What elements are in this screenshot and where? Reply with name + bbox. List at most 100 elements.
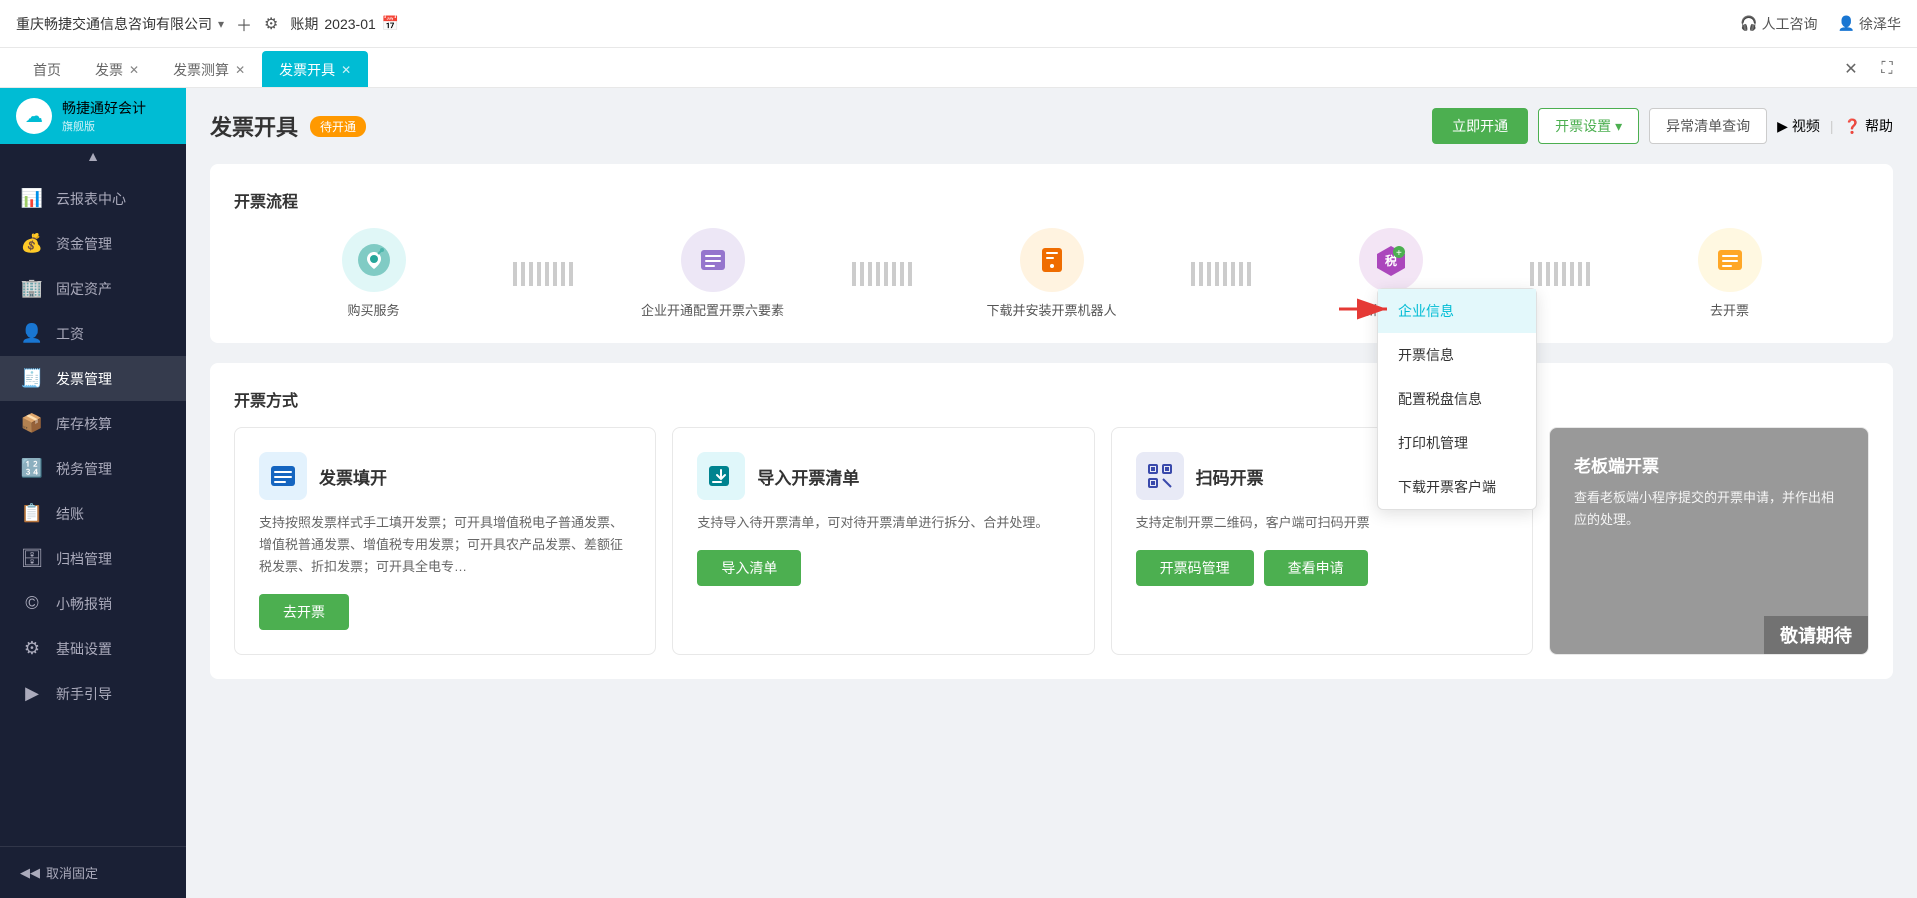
scan-view-apply-button[interactable]: 查看申请 [1264, 550, 1368, 586]
sidebar-label-inventory: 库存核算 [56, 414, 112, 434]
cancel-pin-button[interactable]: ◀◀ 取消固定 [0, 855, 186, 890]
cloud-icon: ☁ [25, 106, 43, 127]
company-dropdown-icon: ▾ [218, 17, 224, 31]
sidebar-label-cloud-report: 云报表中心 [56, 189, 126, 209]
payroll-icon: 👤 [20, 323, 44, 344]
sidebar-item-invoice-mgmt[interactable]: 🧾 发票管理 [0, 356, 186, 401]
dropdown-invoice-info[interactable]: 开票信息 [1378, 333, 1536, 377]
settlement-icon: 📋 [20, 503, 44, 524]
archive-icon: 🗄 [20, 548, 44, 569]
tab-invoice-issue-close[interactable]: ✕ [341, 63, 351, 77]
dropdown-chevron-icon: ▾ [1615, 118, 1622, 135]
step-1-label: 购买服务 [347, 300, 399, 319]
consult-label: 人工咨询 [1762, 14, 1818, 34]
method-card-import: 导入开票清单 支持导入待开票清单，可对待开票清单进行拆分、合并处理。 导入清单 [672, 427, 1094, 655]
boss-title: 老板端开票 [1574, 452, 1844, 477]
step-1-icon [342, 228, 406, 292]
activate-button[interactable]: 立即开通 [1432, 108, 1528, 144]
settings-button[interactable]: 开票设置 ▾ [1538, 108, 1639, 144]
help-label: 帮助 [1865, 116, 1893, 136]
flow-title: 开票流程 [234, 188, 1869, 212]
page-title: 发票开具 [210, 110, 298, 142]
dropdown-download-client[interactable]: 下载开票客户端 [1378, 465, 1536, 509]
user-button[interactable]: 👤 徐泽华 [1838, 14, 1901, 34]
video-button[interactable]: ▶ 视频 [1777, 116, 1820, 136]
fund-icon: 💰 [20, 233, 44, 254]
sidebar-item-cloud-report[interactable]: 📊 云报表中心 [0, 176, 186, 221]
abnormal-list-button[interactable]: 异常清单查询 [1649, 108, 1767, 144]
maximize-icon[interactable]: ⛶ [1873, 55, 1901, 83]
content-area: 发票开具 待开通 立即开通 开票设置 ▾ 异常清单查询 ▶ 视频 [186, 88, 1917, 898]
header-actions: 立即开通 开票设置 ▾ 异常清单查询 ▶ 视频 | ❓ [1432, 108, 1893, 144]
flow-step-5: 去开票 [1590, 228, 1869, 319]
tab-invoice-issue[interactable]: 发票开具 ✕ [262, 51, 368, 87]
company-name: 重庆畅捷交通信息咨询有限公司 [16, 14, 212, 34]
flow-step-3: 下载并安装开票机器人 [912, 228, 1191, 319]
flow-section: 开票流程 购买服务 [210, 164, 1893, 343]
step-3-label: 下载并安装开票机器人 [986, 300, 1116, 319]
boss-desc: 查看老板端小程序提交的开票申请，并作出相应的处理。 [1574, 487, 1844, 531]
sidebar-bottom: ◀◀ 取消固定 [0, 846, 186, 898]
sidebar-item-inventory[interactable]: 📦 库存核算 [0, 401, 186, 446]
page-header: 发票开具 待开通 立即开通 开票设置 ▾ 异常清单查询 ▶ 视频 [210, 108, 1893, 144]
dropdown-printer-mgmt[interactable]: 打印机管理 [1378, 421, 1536, 465]
sidebar-item-archive[interactable]: 🗄 归档管理 [0, 536, 186, 581]
fixed-asset-icon: 🏢 [20, 278, 44, 299]
step-4-icon: 税+ [1359, 228, 1423, 292]
tab-invoice-label: 发票 [95, 60, 123, 80]
tab-invoice-calc-close[interactable]: ✕ [235, 63, 245, 77]
add-icon[interactable]: ＋ [236, 12, 252, 36]
sidebar-item-basic-settings[interactable]: ⚙ 基础设置 [0, 626, 186, 671]
sidebar-item-fixed-asset[interactable]: 🏢 固定资产 [0, 266, 186, 311]
sidebar-item-settlement[interactable]: 📋 结账 [0, 491, 186, 536]
tab-invoice[interactable]: 发票 ✕ [78, 51, 156, 87]
dropdown-tax-config[interactable]: 配置税盘信息 [1378, 377, 1536, 421]
method-card-boss: 老板端开票 查看老板端小程序提交的开票申请，并作出相应的处理。 敬请期待 [1549, 427, 1869, 655]
settings-icon[interactable]: ⚙ [264, 14, 278, 34]
settings-dropdown: 企业信息 开票信息 配置税盘信息 打印机管理 下载开票客户端 [1377, 288, 1537, 510]
sidebar-scroll-up[interactable]: ▲ [0, 144, 186, 168]
tab-home[interactable]: 首页 [16, 51, 78, 87]
sidebar-item-fund-mgmt[interactable]: 💰 资金管理 [0, 221, 186, 266]
tab-invoice-close[interactable]: ✕ [129, 63, 139, 77]
help-button[interactable]: ❓ 帮助 [1844, 116, 1893, 136]
sidebar-item-expense[interactable]: © 小畅报销 [0, 581, 186, 626]
fill-title: 发票填开 [319, 464, 387, 489]
tab-invoice-calc[interactable]: 发票测算 ✕ [156, 51, 262, 87]
dropdown-company-info[interactable]: 企业信息 [1378, 289, 1536, 333]
pin-icon: ◀◀ [20, 865, 40, 881]
help-circle-icon: ❓ [1844, 118, 1861, 135]
import-header: 导入开票清单 [697, 452, 1069, 500]
sidebar-item-payroll[interactable]: 👤 工资 [0, 311, 186, 356]
sidebar-label-fixed-asset: 固定资产 [56, 279, 112, 299]
sidebar-item-new-guide[interactable]: ▶ 新手引导 [0, 671, 186, 716]
fill-desc: 支持按照发票样式手工填开发票；可开具增值税电子普通发票、增值税普通发票、增值税专… [259, 512, 631, 578]
method-card-fill: 发票填开 支持按照发票样式手工填开发票；可开具增值税电子普通发票、增值税普通发票… [234, 427, 656, 655]
page-content: 发票开具 待开通 立即开通 开票设置 ▾ 异常清单查询 ▶ 视频 [186, 88, 1917, 719]
close-window-icon[interactable]: ✕ [1837, 55, 1865, 83]
calendar-icon: 📅 [382, 15, 399, 32]
step-divider-2 [852, 262, 912, 286]
flow-step-1: 购买服务 [234, 228, 513, 319]
sidebar-item-tax-mgmt[interactable]: 🔢 税务管理 [0, 446, 186, 491]
scan-desc: 支持定制开票二维码，客户端可扫码开票 [1136, 512, 1508, 534]
tab-bar: 首页 发票 ✕ 发票测算 ✕ 发票开具 ✕ ✕ ⛶ [0, 48, 1917, 88]
scan-buttons: 开票码管理 查看申请 [1136, 550, 1508, 586]
page-title-wrap: 发票开具 待开通 [210, 110, 366, 142]
scan-title: 扫码开票 [1196, 464, 1264, 489]
sidebar-label-payroll: 工资 [56, 324, 84, 344]
flow-steps: 购买服务 企业开通配置开票六要素 [234, 228, 1869, 319]
import-list-button[interactable]: 导入清单 [697, 550, 801, 586]
tab-home-label: 首页 [33, 60, 61, 80]
scan-icon [1136, 452, 1184, 500]
step-divider-4 [1530, 262, 1590, 286]
period-selector[interactable]: 账期 2023-01 📅 [290, 14, 399, 34]
fill-header: 发票填开 [259, 452, 631, 500]
invoice-mgmt-icon: 🧾 [20, 368, 44, 389]
period-value: 2023-01 [324, 16, 375, 32]
scan-code-mgmt-button[interactable]: 开票码管理 [1136, 550, 1254, 586]
consult-button[interactable]: 🎧 人工咨询 [1740, 14, 1817, 34]
divider: | [1830, 118, 1834, 134]
fill-goto-button[interactable]: 去开票 [259, 594, 349, 630]
company-selector[interactable]: 重庆畅捷交通信息咨询有限公司 ▾ [16, 14, 224, 34]
